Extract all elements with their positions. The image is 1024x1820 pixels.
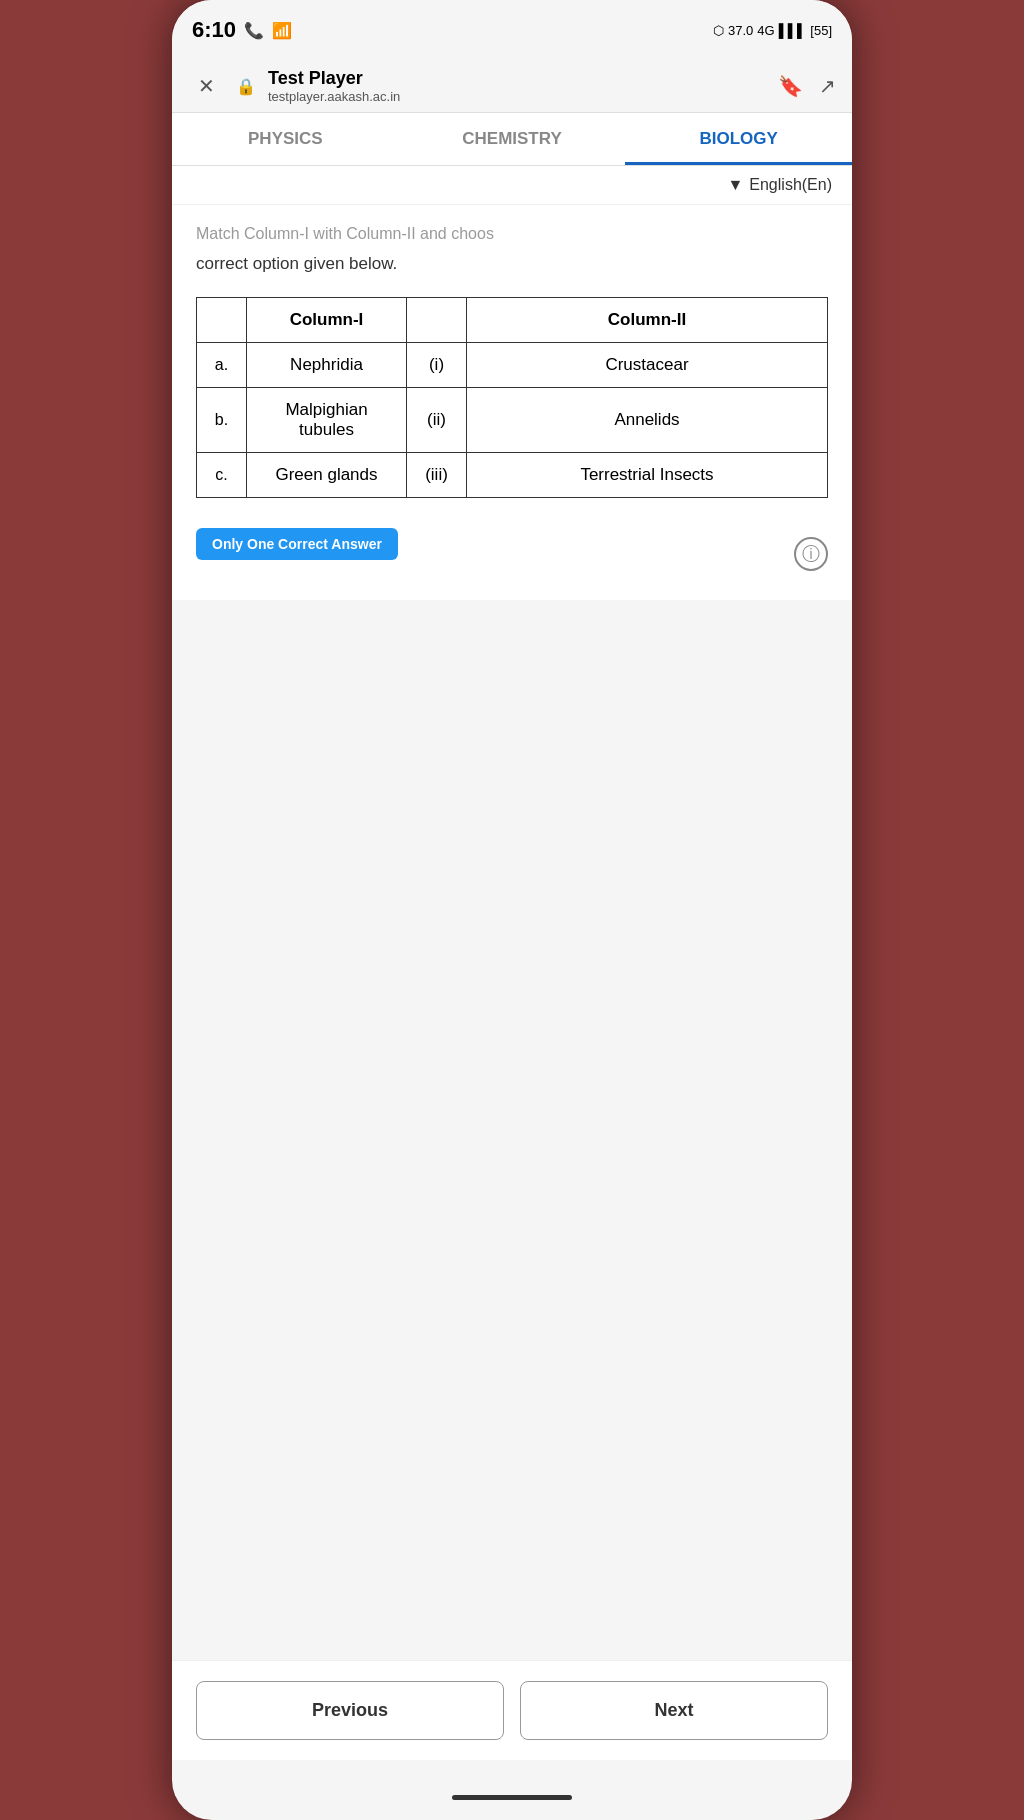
table-row: b. Malpighian tubules (ii) Annelids [197, 387, 828, 452]
status-bar: 6:10 📞 📶 ⬡ 37.0 4G ▌▌▌ [55] [172, 0, 852, 60]
row-c-col1: Green glands [247, 452, 407, 497]
navigation-buttons: Previous Next [172, 1660, 852, 1760]
language-bar: ▼ English(En) [172, 166, 852, 205]
subject-tabs: PHYSICS CHEMISTRY BIOLOGY [172, 113, 852, 166]
column1-header: Column-I [247, 297, 407, 342]
info-icon-button[interactable]: ⓘ [794, 537, 828, 571]
table-roman-header [407, 297, 467, 342]
tab-physics[interactable]: PHYSICS [172, 113, 399, 165]
bluetooth-icon: ⬡ [713, 23, 724, 38]
row-b-col2: Annelids [467, 387, 828, 452]
next-button[interactable]: Next [520, 1681, 828, 1740]
chevron-down-icon: ▼ [727, 176, 743, 194]
table-empty-header [197, 297, 247, 342]
row-b-col1: Malpighian tubules [247, 387, 407, 452]
signal-icon: ▌▌▌ [779, 23, 807, 38]
bottom-bar [452, 1795, 572, 1800]
tab-chemistry[interactable]: CHEMISTRY [399, 113, 626, 165]
question-instruction: correct option given below. [196, 251, 828, 277]
column2-header: Column-II [467, 297, 828, 342]
status-right: ⬡ 37.0 4G ▌▌▌ [55] [713, 23, 832, 38]
truncated-instruction: Match Column-I with Column-II and choos [196, 225, 828, 243]
phone-icon: 📞 [244, 21, 264, 40]
row-a-col1: Nephridia [247, 342, 407, 387]
browser-close-button[interactable]: ✕ [188, 68, 224, 104]
bookmark-icon[interactable]: 🔖 [778, 74, 803, 98]
row-a-col2: Crustacear [467, 342, 828, 387]
status-left: 6:10 📞 📶 [192, 17, 292, 43]
row-c-col2: Terrestrial Insects [467, 452, 828, 497]
row-c-label: c. [197, 452, 247, 497]
browser-actions: 🔖 ↗ [778, 74, 836, 98]
language-label: English(En) [749, 176, 832, 194]
speed-text: 37.0 [728, 23, 753, 38]
browser-title: Test Player [268, 68, 766, 89]
lock-icon: 🔒 [236, 77, 256, 96]
browser-url: testplayer.aakash.ac.in [268, 89, 766, 104]
status-time: 6:10 [192, 17, 236, 43]
browser-header: ✕ 🔒 Test Player testplayer.aakash.ac.in … [172, 60, 852, 113]
table-row: c. Green glands (iii) Terrestrial Insect… [197, 452, 828, 497]
wifi-icon: 📶 [272, 21, 292, 40]
browser-title-area: Test Player testplayer.aakash.ac.in [268, 68, 766, 104]
answer-type-badge: Only One Correct Answer [196, 528, 398, 560]
row-b-roman: (ii) [407, 387, 467, 452]
row-a-label: a. [197, 342, 247, 387]
previous-button[interactable]: Previous [196, 1681, 504, 1740]
matching-table: Column-I Column-II a. Nephridia (i) Crus… [196, 297, 828, 498]
close-icon: ✕ [198, 74, 215, 98]
table-row: a. Nephridia (i) Crustacear [197, 342, 828, 387]
language-selector[interactable]: ▼ English(En) [727, 176, 832, 194]
share-icon[interactable]: ↗ [819, 74, 836, 98]
question-area: Match Column-I with Column-II and choos … [172, 205, 852, 600]
battery-icon: [55] [810, 23, 832, 38]
row-a-roman: (i) [407, 342, 467, 387]
info-icon: ⓘ [802, 542, 820, 566]
network-text: 4G [757, 23, 774, 38]
row-c-roman: (iii) [407, 452, 467, 497]
tab-biology[interactable]: BIOLOGY [625, 113, 852, 165]
row-b-label: b. [197, 387, 247, 452]
